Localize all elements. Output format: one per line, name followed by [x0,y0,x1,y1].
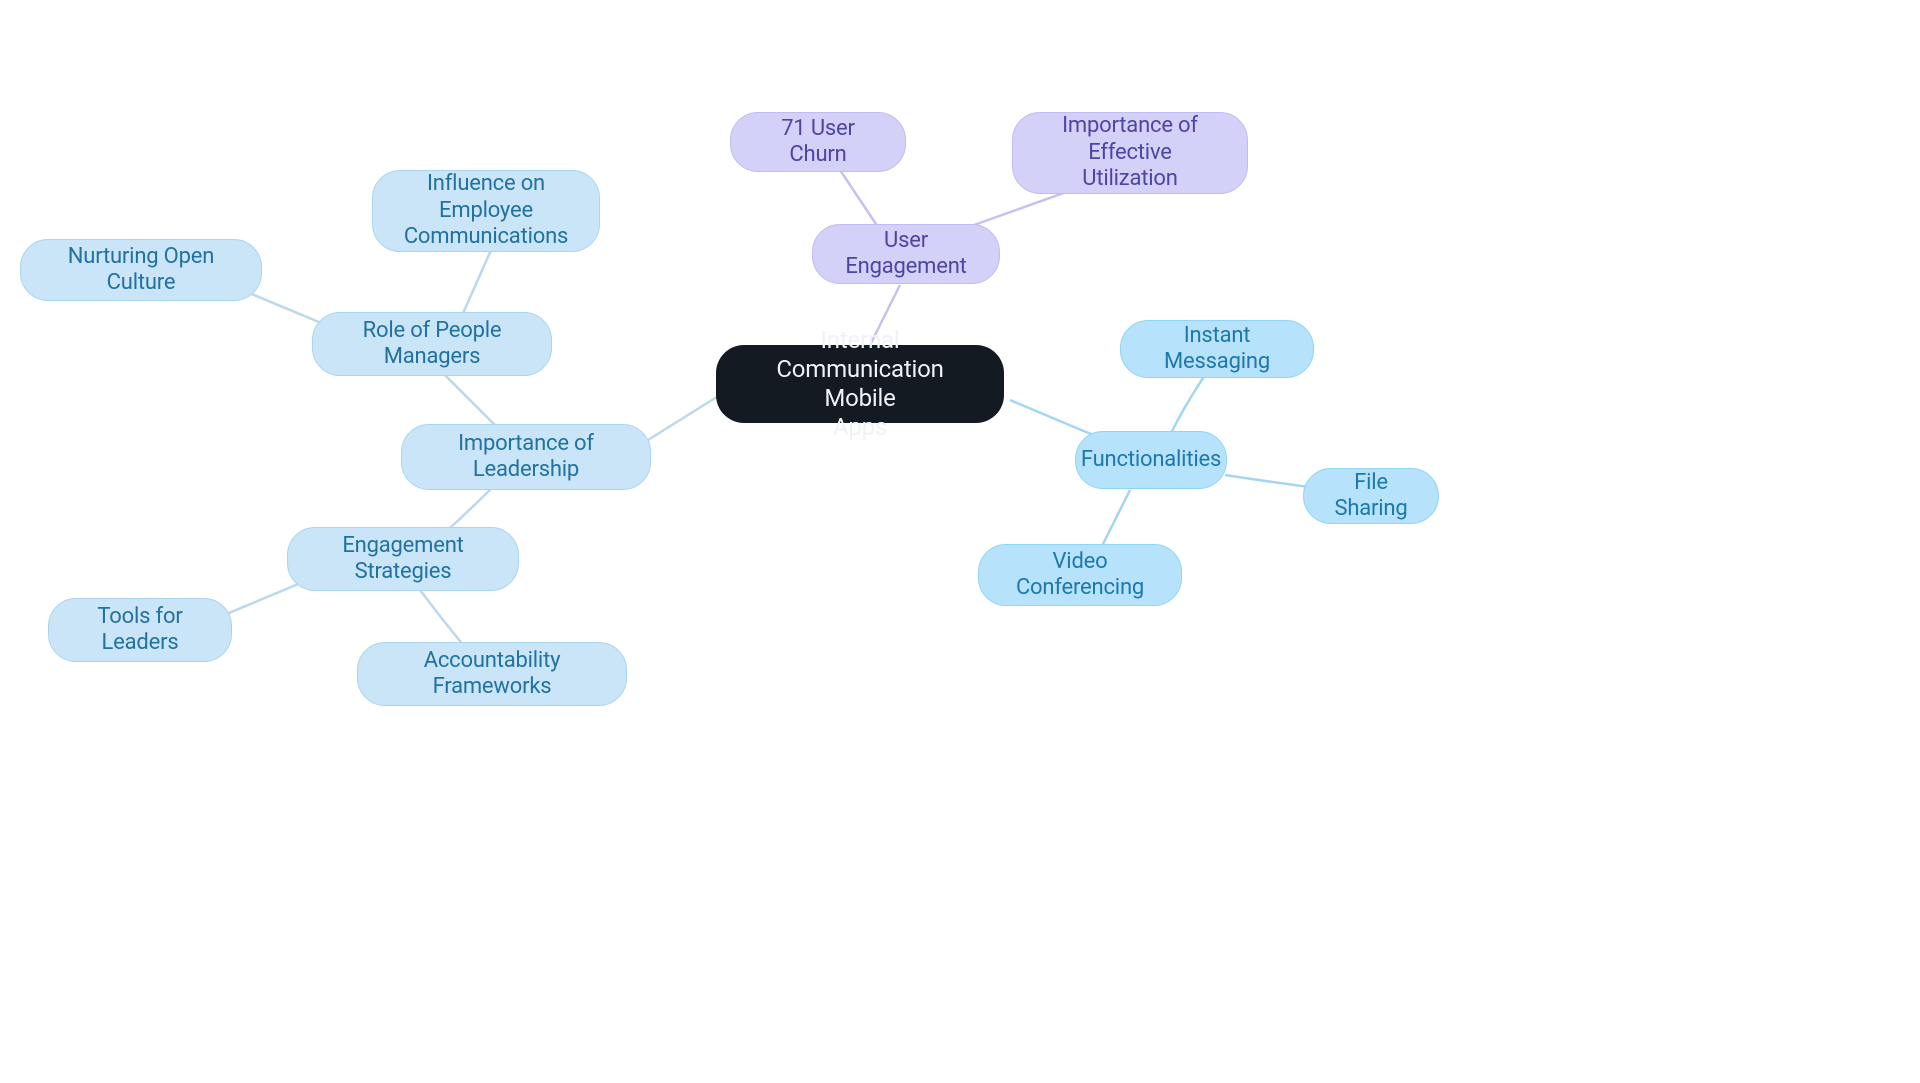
mindmap-canvas: Internal Communication MobileApps Import… [0,0,1920,1083]
connection-lines [0,0,1920,1083]
utilization-node[interactable]: Importance of EffectiveUtilization [1012,112,1248,194]
messaging-node[interactable]: Instant Messaging [1120,320,1314,378]
leadership-node[interactable]: Importance of Leadership [401,424,651,490]
people-managers-node[interactable]: Role of People Managers [312,312,552,376]
engagement-node[interactable]: Engagement Strategies [287,527,519,591]
video-node[interactable]: Video Conferencing [978,544,1182,606]
user-churn-node[interactable]: 71 User Churn [730,112,906,172]
file-sharing-node[interactable]: File Sharing [1303,468,1439,524]
accountability-node[interactable]: Accountability Frameworks [357,642,627,706]
open-culture-node[interactable]: Nurturing Open Culture [20,239,262,301]
influence-node[interactable]: Influence on EmployeeCommunications [372,170,600,252]
functionalities-node[interactable]: Functionalities [1075,431,1227,489]
root-node[interactable]: Internal Communication MobileApps [716,345,1004,423]
tools-node[interactable]: Tools for Leaders [48,598,232,662]
user-engagement-node[interactable]: User Engagement [812,224,1000,284]
